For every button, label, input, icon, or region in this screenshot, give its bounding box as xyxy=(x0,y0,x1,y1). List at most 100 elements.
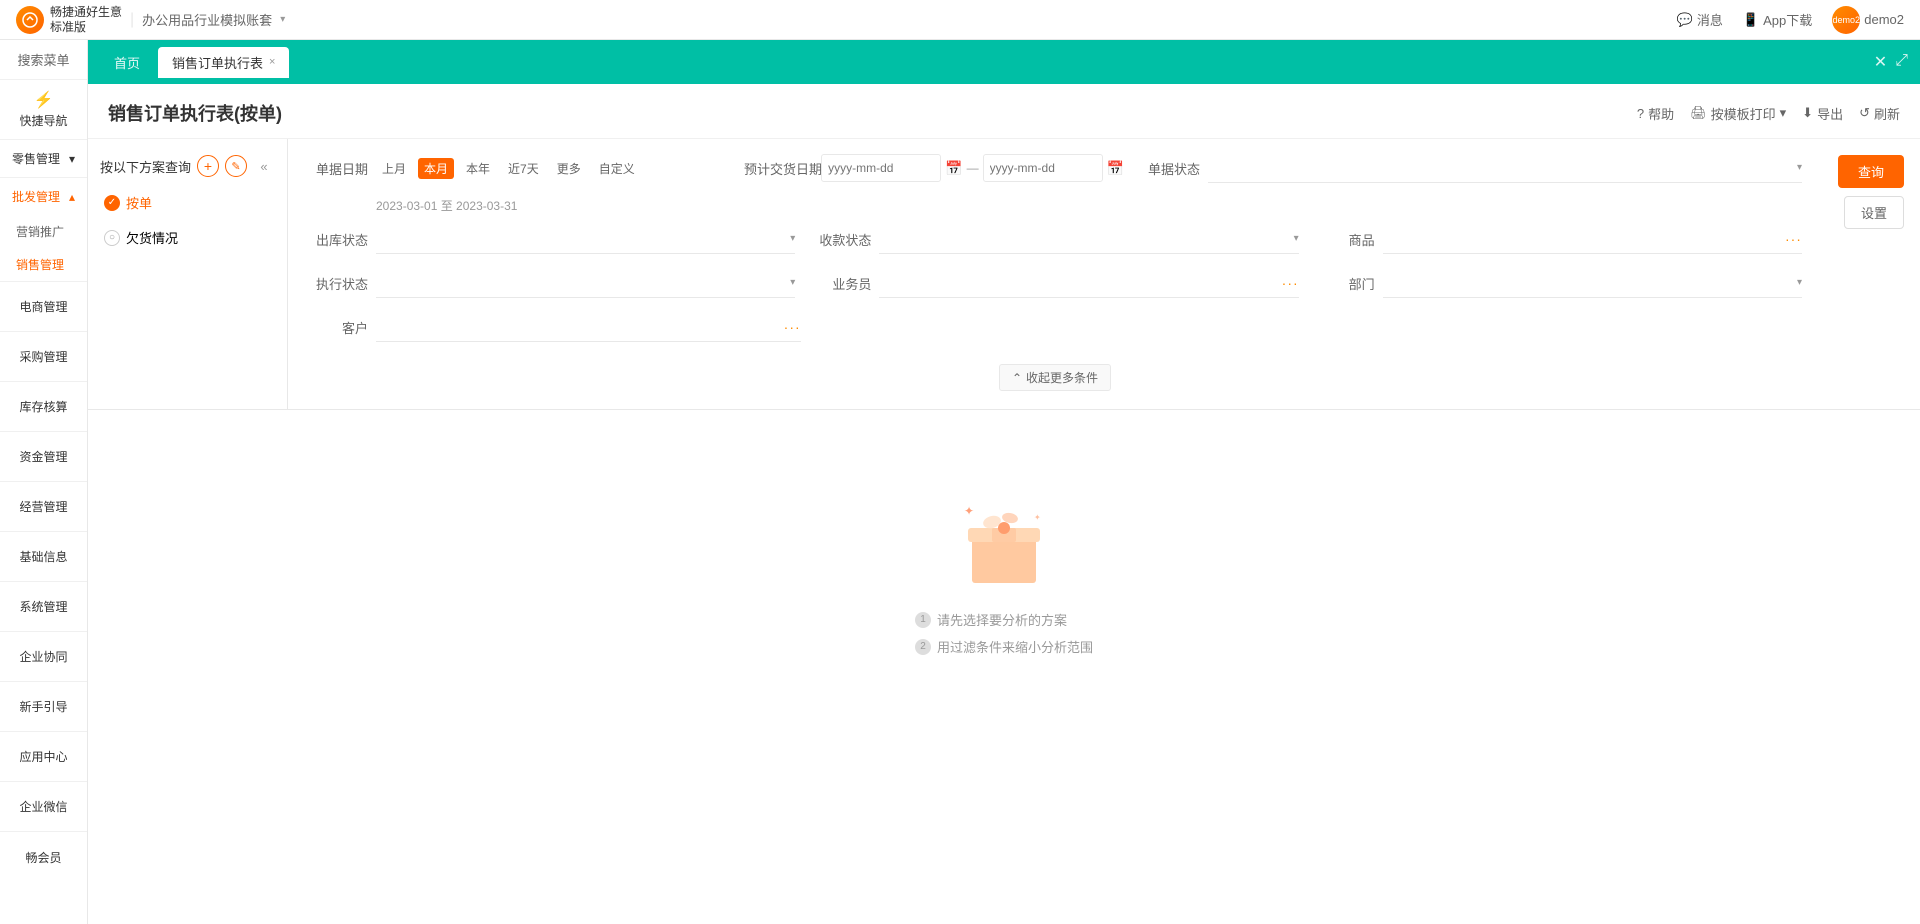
refresh-icon: ↺ xyxy=(1859,105,1870,121)
template-print-btn[interactable]: 🖨 按模板打印 ▾ xyxy=(1690,104,1786,123)
scheme-item-2[interactable]: ○ 欠货情况 xyxy=(88,220,287,255)
single-status-label: 单据状态 xyxy=(1140,159,1200,178)
tip-num-2: 2 xyxy=(915,639,931,655)
sidebar-section-wholesale: 批发管理 ▴ 营销推广 销售管理 xyxy=(0,178,87,282)
tab-close-icon[interactable]: × xyxy=(269,56,275,68)
payment-status-label: 收款状态 xyxy=(811,230,871,249)
action-buttons: 查询 设置 xyxy=(1822,139,1920,409)
refresh-btn[interactable]: ↺ 刷新 xyxy=(1859,104,1900,123)
search-btn[interactable]: 查询 xyxy=(1838,155,1904,188)
date-tab-last7[interactable]: 近7天 xyxy=(502,158,545,179)
sidebar: 搜索菜单 ⚡ 快捷导航 零售管理 ▾ 批发管理 ▴ 营销推广 销售管理 电商 xyxy=(0,40,88,924)
chevron-up-icon: ⌃ xyxy=(1012,371,1022,385)
product-select[interactable]: ··· xyxy=(1383,224,1802,254)
sidebar-item-sales[interactable]: 销售管理 xyxy=(0,248,87,281)
sidebar-item-ops[interactable]: 经营管理 xyxy=(0,482,87,532)
tab-home[interactable]: 首页 xyxy=(100,47,154,78)
customer-more-dots[interactable]: ··· xyxy=(784,319,801,335)
logo-text: 畅捷通好生意 标准版 xyxy=(50,5,122,34)
condition-row-2: 出库状态 ▾ 收款状态 ▾ xyxy=(308,224,1802,254)
customer-select[interactable]: ··· xyxy=(376,312,801,342)
ship-status-select[interactable]: ▾ xyxy=(376,224,795,254)
sidebar-item-sys[interactable]: 系统管理 xyxy=(0,582,87,632)
sidebar-item-ecom[interactable]: 电商管理 xyxy=(0,282,87,332)
filter-title-actions: + ✎ « xyxy=(197,155,275,177)
calendar-start-icon[interactable]: 📅 xyxy=(945,160,962,177)
app-logo xyxy=(16,6,44,34)
add-scheme-btn[interactable]: + xyxy=(197,155,219,177)
page-content: 销售订单执行表(按单) ? 帮助 🖨 按模板打印 ▾ ⬇ 导出 xyxy=(88,84,1920,924)
filter-sidebar: 按以下方案查询 + ✎ « ✓ 按单 xyxy=(88,139,288,409)
product-more-dots[interactable]: ··· xyxy=(1785,231,1802,247)
tip-num-1: 1 xyxy=(915,612,931,628)
scheme-active-dot: ✓ xyxy=(104,195,120,211)
exec-status-select[interactable]: ▾ xyxy=(376,268,795,298)
status-select-arrow: ▾ xyxy=(1797,162,1802,173)
sidebar-section-retail: 零售管理 ▾ xyxy=(0,140,87,178)
user-menu[interactable]: demo2 demo2 xyxy=(1832,6,1904,34)
collapse-more-btn[interactable]: ⌃ 收起更多条件 xyxy=(999,364,1111,391)
date-range-text: 2023-03-01 至 2023-03-31 xyxy=(376,197,517,214)
print-dropdown-icon: ▾ xyxy=(1780,105,1787,121)
date-tab-current-year[interactable]: 本年 xyxy=(460,158,496,179)
chevron-down-icon: ▾ xyxy=(69,152,75,166)
sidebar-search[interactable]: 搜索菜单 xyxy=(0,40,87,80)
sidebar-item-marketing[interactable]: 营销推广 xyxy=(0,215,87,248)
sidebar-item-finance[interactable]: 资金管理 xyxy=(0,432,87,482)
empty-icon: ✦ ✦ xyxy=(954,490,1054,590)
expected-date-label: 预计交货日期 xyxy=(744,159,813,178)
filter-title: 按以下方案查询 + ✎ « xyxy=(88,151,287,185)
calendar-end-icon[interactable]: 📅 xyxy=(1107,160,1124,177)
settings-btn[interactable]: 设置 xyxy=(1844,196,1904,229)
sidebar-item-guide[interactable]: 新手引导 xyxy=(0,682,87,732)
export-btn[interactable]: ⬇ 导出 xyxy=(1802,104,1843,123)
sidebar-item-wechat[interactable]: 企业微信 xyxy=(0,782,87,832)
scheme-item-1[interactable]: ✓ 按单 xyxy=(88,185,287,220)
payment-status-select[interactable]: ▾ xyxy=(879,224,1298,254)
exec-select-arrow: ▾ xyxy=(790,277,795,288)
dept-select[interactable]: ▾ xyxy=(1383,268,1802,298)
field-ship-status: 出库状态 ▾ xyxy=(308,224,795,254)
sidebar-item-purchase[interactable]: 采购管理 xyxy=(0,332,87,382)
date-tab-current-month[interactable]: 本月 xyxy=(418,158,454,179)
scheme-outline-dot: ○ xyxy=(104,230,120,246)
single-date-label: 单据日期 xyxy=(308,159,368,178)
expected-date-start[interactable] xyxy=(821,154,941,182)
window-close-btn[interactable]: ✕ xyxy=(1874,52,1887,72)
sidebar-item-quick-nav[interactable]: ⚡ 快捷导航 xyxy=(0,80,87,140)
date-tab-last-month[interactable]: 上月 xyxy=(376,158,412,179)
sidebar-item-appcenter[interactable]: 应用中心 xyxy=(0,732,87,782)
date-tab-custom[interactable]: 自定义 xyxy=(593,158,641,179)
condition-area: 单据日期 上月 本月 本年 近7天 更多 自定义 xyxy=(288,139,1822,409)
tab-sales-order[interactable]: 销售订单执行表 × xyxy=(158,47,289,78)
product-label: 商品 xyxy=(1315,230,1375,249)
single-status-select[interactable]: ▾ xyxy=(1208,153,1802,183)
sidebar-item-wholesale[interactable]: 批发管理 ▴ xyxy=(0,178,87,215)
salesperson-select[interactable]: ··· xyxy=(879,268,1298,298)
search-menu-label: 搜索菜单 xyxy=(17,50,69,69)
field-customer: 客户 ··· xyxy=(308,312,801,342)
message-btn[interactable]: 💬 消息 xyxy=(1677,10,1723,29)
app-download-btn[interactable]: 📱 App下载 xyxy=(1743,10,1812,29)
tab-bar-right: ✕ ⤢ xyxy=(1874,52,1908,72)
sidebar-item-basic[interactable]: 基础信息 xyxy=(0,532,87,582)
window-maximize-btn[interactable]: ⤢ xyxy=(1895,52,1908,72)
expected-date-inputs: 📅 — 📅 xyxy=(821,154,1124,182)
logo-area[interactable]: 畅捷通好生意 标准版 xyxy=(16,5,122,34)
collapse-filter-btn[interactable]: « xyxy=(253,155,275,177)
help-btn[interactable]: ? 帮助 xyxy=(1637,104,1674,123)
sidebar-item-enterprise[interactable]: 企业协同 xyxy=(0,632,87,682)
ship-select-arrow: ▾ xyxy=(790,233,795,244)
sidebar-item-retail[interactable]: 零售管理 ▾ xyxy=(0,140,87,177)
expected-date-end[interactable] xyxy=(983,154,1103,182)
collapse-btn-row: ⌃ 收起更多条件 xyxy=(308,356,1802,395)
sidebar-item-inventory[interactable]: 库存核算 xyxy=(0,382,87,432)
app-title-dropdown[interactable]: ▾ xyxy=(280,14,285,25)
search-panel: 按以下方案查询 + ✎ « ✓ 按单 xyxy=(88,139,1920,410)
sidebar-item-member[interactable]: 畅会员 xyxy=(0,832,87,882)
salesperson-more-dots[interactable]: ··· xyxy=(1282,275,1299,291)
payment-select-arrow: ▾ xyxy=(1294,233,1299,244)
help-icon: ? xyxy=(1637,106,1644,121)
date-tab-more[interactable]: 更多 xyxy=(551,158,587,179)
edit-scheme-btn[interactable]: ✎ xyxy=(225,155,247,177)
